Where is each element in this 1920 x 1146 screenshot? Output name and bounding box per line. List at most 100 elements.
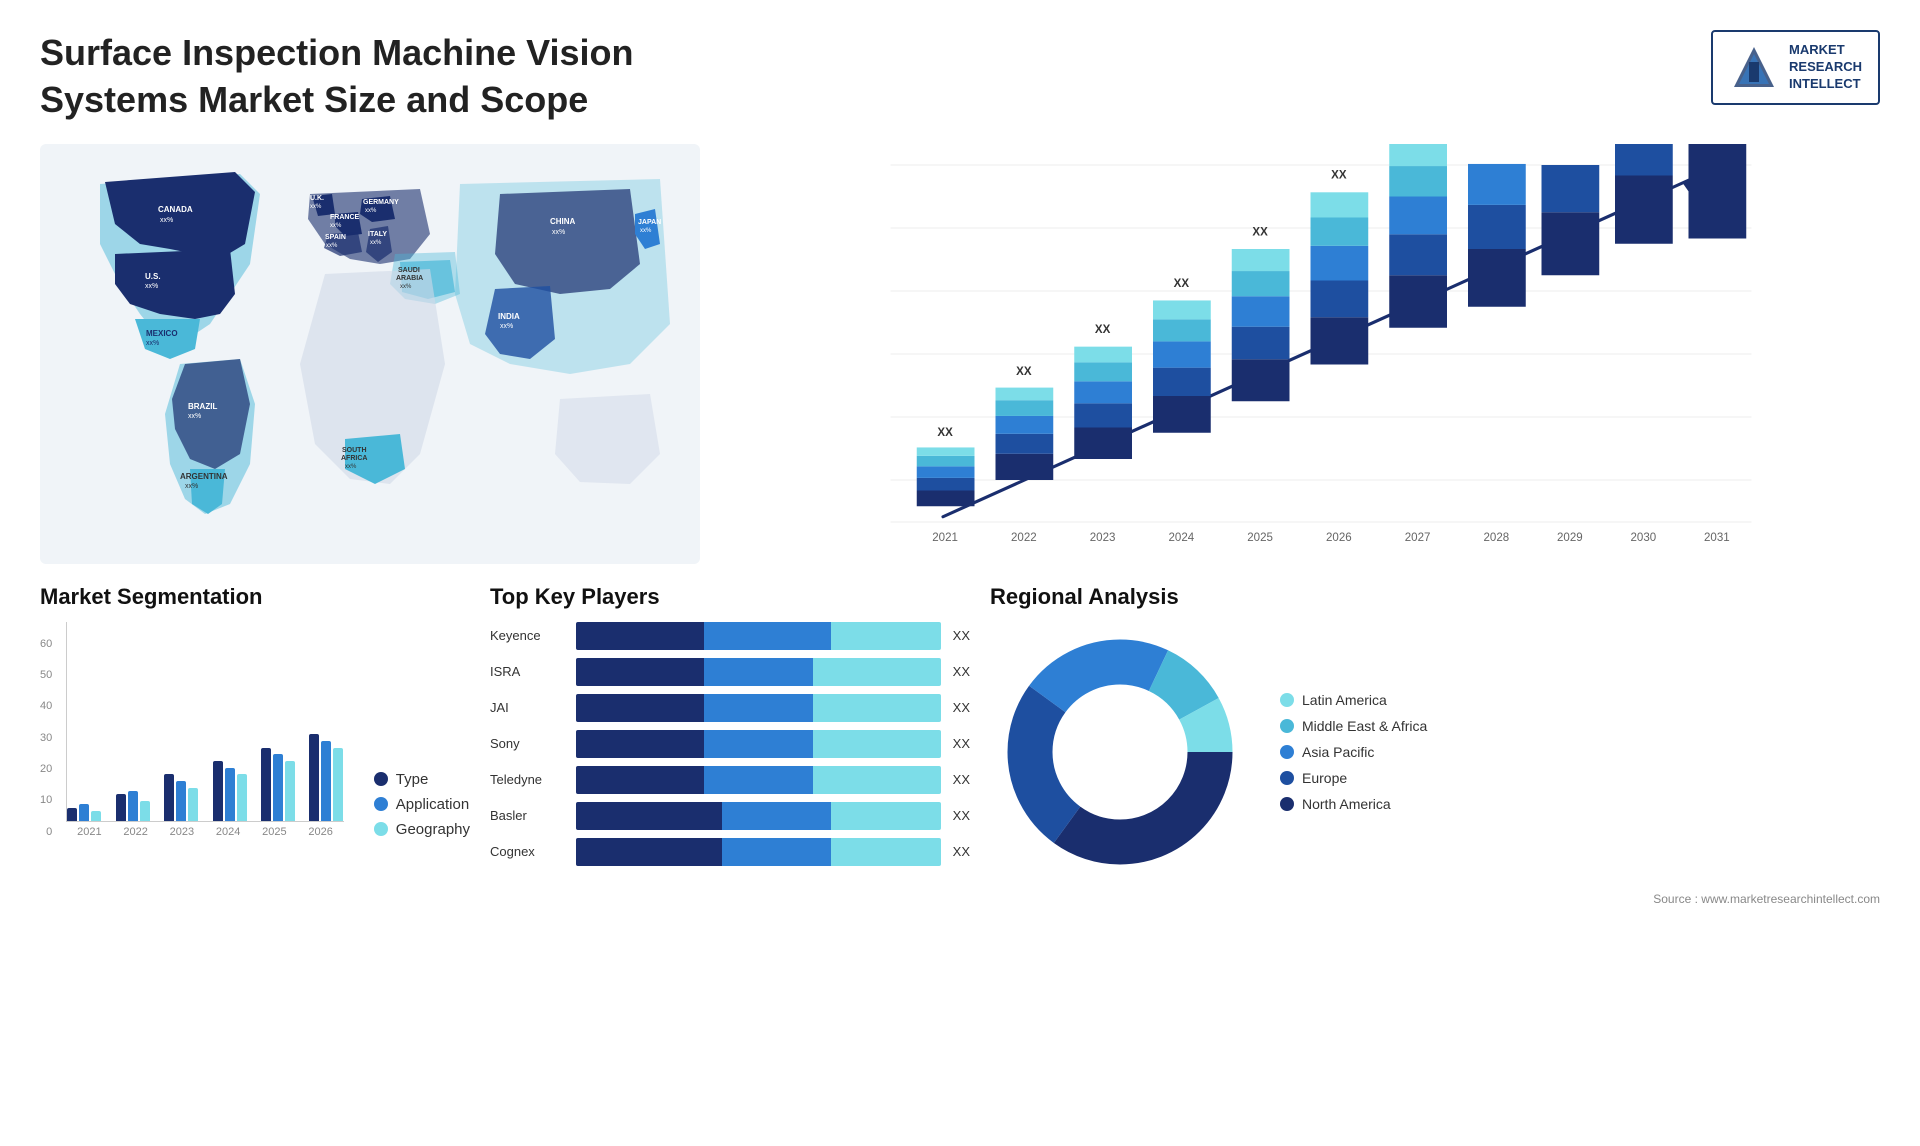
y-axis-20: 20: [40, 763, 52, 775]
svg-text:xx%: xx%: [552, 229, 565, 236]
svg-text:XX: XX: [1252, 226, 1268, 238]
svg-text:ARABIA: ARABIA: [396, 275, 423, 282]
svg-text:xx%: xx%: [188, 413, 201, 420]
y-axis-50: 50: [40, 669, 52, 681]
svg-text:XX: XX: [1174, 277, 1190, 289]
legend-geography: Geography: [374, 821, 470, 838]
player-teledyne-value: XX: [953, 772, 970, 787]
list-item: Basler XX: [490, 802, 970, 830]
player-isra-value: XX: [953, 664, 970, 679]
player-bar: [576, 766, 941, 794]
seg-bar-app-2024: [225, 768, 235, 821]
logo-text: MARKETRESEARCHINTELLECT: [1789, 42, 1862, 93]
source-text: Source : www.marketresearchintellect.com: [990, 892, 1880, 906]
legend-mea-dot: [1280, 719, 1294, 733]
svg-text:ARGENTINA: ARGENTINA: [180, 472, 228, 481]
svg-text:xx%: xx%: [500, 323, 513, 330]
regional-section: Regional Analysis Lat: [990, 584, 1880, 906]
x-label-2023: 2023: [170, 826, 194, 838]
player-keyence: Keyence: [490, 628, 570, 643]
svg-text:xx%: xx%: [145, 283, 158, 290]
svg-text:U.K.: U.K.: [310, 195, 324, 202]
legend-geo-label: Geography: [396, 821, 470, 838]
x-label-2024: 2024: [216, 826, 240, 838]
svg-text:SOUTH: SOUTH: [342, 447, 367, 454]
player-bar: [576, 622, 941, 650]
svg-text:2023: 2023: [1090, 531, 1116, 543]
player-bar: [576, 694, 941, 722]
svg-text:xx%: xx%: [365, 208, 377, 214]
player-bar: [576, 802, 941, 830]
player-bar: [576, 658, 941, 686]
svg-text:INDIA: INDIA: [498, 312, 520, 321]
svg-text:xx%: xx%: [326, 243, 338, 249]
segmentation-section: Market Segmentation 60 50 40 30 20 10 0: [40, 584, 470, 906]
player-bar: [576, 838, 941, 866]
x-label-2025: 2025: [262, 826, 286, 838]
page-title: Surface Inspection Machine Vision System…: [40, 30, 740, 124]
seg-bar-geo-2024: [237, 774, 247, 821]
list-item: Teledyne XX: [490, 766, 970, 794]
legend-latin-america: Latin America: [1280, 692, 1427, 708]
svg-text:CHINA: CHINA: [550, 217, 576, 226]
regional-title: Regional Analysis: [990, 584, 1880, 610]
seg-bar-type-2025: [261, 748, 271, 821]
svg-text:2030: 2030: [1631, 531, 1657, 543]
svg-text:xx%: xx%: [330, 223, 342, 229]
player-cognex-value: XX: [953, 844, 970, 859]
seg-bar-type-2023: [164, 774, 174, 821]
regional-legend: Latin America Middle East & Africa Asia …: [1280, 692, 1427, 812]
svg-text:2025: 2025: [1247, 531, 1273, 543]
svg-text:xx%: xx%: [185, 483, 198, 490]
svg-text:xx%: xx%: [640, 228, 652, 234]
seg-bar-type-2026: [309, 734, 319, 821]
svg-text:2028: 2028: [1484, 531, 1510, 543]
players-section: Top Key Players Keyence XX ISRA XX: [490, 584, 970, 906]
svg-text:XX: XX: [1095, 324, 1111, 336]
player-sony: Sony: [490, 736, 570, 751]
svg-text:AFRICA: AFRICA: [341, 455, 367, 462]
seg-bar-geo-2025: [285, 761, 295, 821]
legend-asia-pacific: Asia Pacific: [1280, 744, 1427, 760]
svg-text:2027: 2027: [1405, 531, 1431, 543]
seg-bar-type-2024: [213, 761, 223, 821]
donut-chart: [990, 622, 1250, 882]
legend-geo-dot: [374, 822, 388, 836]
y-axis-0: 0: [40, 826, 52, 838]
donut-container: Latin America Middle East & Africa Asia …: [990, 622, 1880, 882]
bar-chart-svg: XX 2021 XX 2022: [720, 144, 1880, 564]
legend-na-dot: [1280, 797, 1294, 811]
list-item: Cognex XX: [490, 838, 970, 866]
bottom-section: Market Segmentation 60 50 40 30 20 10 0: [40, 584, 1880, 906]
y-axis-30: 30: [40, 732, 52, 744]
segmentation-title: Market Segmentation: [40, 584, 470, 610]
y-axis-60: 60: [40, 638, 52, 650]
legend-eu-dot: [1280, 771, 1294, 785]
logo-icon: [1729, 42, 1779, 92]
seg-bar-geo-2026: [333, 748, 343, 821]
seg-bar-app-2022: [128, 791, 138, 821]
seg-bar-geo-2023: [188, 788, 198, 821]
svg-text:xx%: xx%: [160, 217, 173, 224]
svg-text:SPAIN: SPAIN: [325, 234, 346, 241]
world-map: CANADA xx% U.S. xx% MEXICO xx% BRAZIL xx…: [40, 144, 700, 564]
legend-eu-label: Europe: [1302, 770, 1347, 786]
svg-text:JAPAN: JAPAN: [638, 219, 661, 226]
legend-middle-east-africa: Middle East & Africa: [1280, 718, 1427, 734]
list-item: ISRA XX: [490, 658, 970, 686]
seg-bar-geo-2021: [91, 811, 101, 821]
legend-ap-dot: [1280, 745, 1294, 759]
player-jai: JAI: [490, 700, 570, 715]
seg-bar-type-2021: [67, 808, 77, 821]
legend-north-america: North America: [1280, 796, 1427, 812]
legend-ap-label: Asia Pacific: [1302, 744, 1374, 760]
player-basler-value: XX: [953, 808, 970, 823]
svg-text:xx%: xx%: [345, 464, 357, 470]
seg-bar-type-2022: [116, 794, 126, 821]
seg-bar-app-2023: [176, 781, 186, 821]
svg-text:FRANCE: FRANCE: [330, 214, 359, 221]
legend-type: Type: [374, 771, 470, 788]
legend-type-label: Type: [396, 771, 429, 788]
legend-application: Application: [374, 796, 470, 813]
list-item: Keyence XX: [490, 622, 970, 650]
